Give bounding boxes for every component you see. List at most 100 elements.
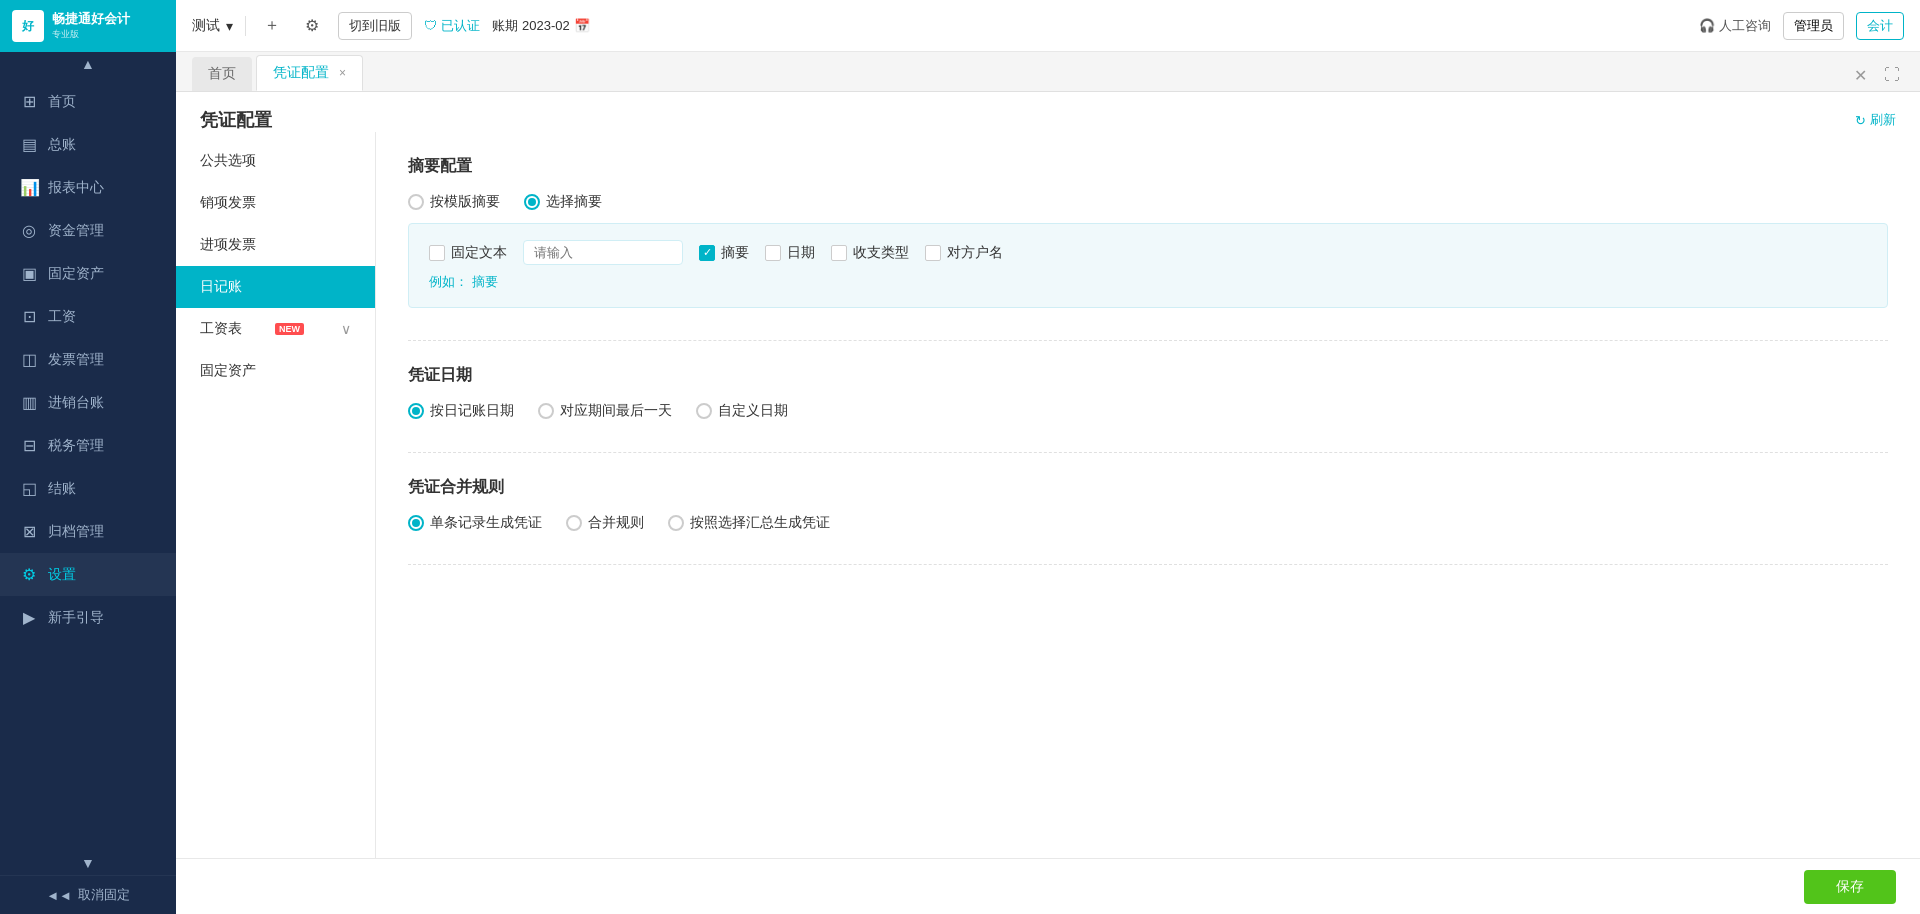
tab-close-btn[interactable]: ✕ (1848, 63, 1872, 87)
summary-radio-template[interactable]: 按模版摘要 (408, 193, 500, 211)
section-divider-1 (408, 340, 1888, 341)
guide-icon: ▶ (20, 608, 38, 627)
sidebar-item-archive[interactable]: ⊠ 归档管理 (0, 510, 176, 553)
switch-version-btn[interactable]: 切到旧版 (338, 12, 412, 40)
section-divider-3 (408, 564, 1888, 565)
capital-icon: ◎ (20, 221, 38, 240)
radio-single-circle (408, 515, 424, 531)
summary-config-box: 固定文本 ✓ 摘要 日期 (408, 223, 1888, 308)
sidebar-item-assets[interactable]: ▣ 固定资产 (0, 252, 176, 295)
tab-home[interactable]: 首页 (192, 57, 252, 91)
summary-section: 摘要配置 按模版摘要 选择摘要 (408, 156, 1888, 308)
topbar: 测试 ▾ ＋ ⚙ 切到旧版 🛡 已认证 账期 2023-02 📅 🎧 人工咨询 … (176, 0, 1920, 52)
settings-icon: ⚙ (20, 565, 38, 584)
settings-btn[interactable]: ⚙ (298, 12, 326, 40)
radio-custom-circle (696, 403, 712, 419)
date-title: 凭证日期 (408, 365, 1888, 386)
assets-icon: ▣ (20, 264, 38, 283)
left-nav-salary-table[interactable]: 工资表 NEW ∨ (176, 308, 375, 350)
merge-title: 凭证合并规则 (408, 477, 1888, 498)
tab-bar: 首页 凭证配置 × ✕ ⛶ (176, 52, 1920, 92)
merge-radio-select-all[interactable]: 按照选择汇总生成凭证 (668, 514, 830, 532)
company-selector[interactable]: 测试 ▾ (192, 17, 233, 35)
merge-radio-single[interactable]: 单条记录生成凭证 (408, 514, 542, 532)
certified-badge: 🛡 已认证 (424, 17, 480, 35)
new-badge: NEW (275, 323, 304, 335)
sidebar: 好 畅捷通好会计 专业版 ▲ ⊞ 首页 ▤ 总账 📊 报表中心 ◎ 资金管理 ▣… (0, 0, 176, 914)
tab-bar-right: ✕ ⛶ (1848, 63, 1904, 91)
sidebar-logo: 好 畅捷通好会计 专业版 (0, 0, 176, 52)
fixed-text-input[interactable] (523, 240, 683, 265)
sidebar-item-home[interactable]: ⊞ 首页 (0, 80, 176, 123)
example-text: 例如： 摘要 (429, 273, 1867, 291)
summary-radio-select[interactable]: 选择摘要 (524, 193, 602, 211)
summary-radio-group: 按模版摘要 选择摘要 (408, 193, 1888, 211)
sidebar-item-close[interactable]: ◱ 结账 (0, 467, 176, 510)
sidebar-item-tax[interactable]: ⊟ 税务管理 (0, 424, 176, 467)
summary-title: 摘要配置 (408, 156, 1888, 177)
date-section: 凭证日期 按日记账日期 对应期间最后一天 自定义日期 (408, 365, 1888, 420)
sidebar-item-sales[interactable]: ▥ 进销台账 (0, 381, 176, 424)
save-button[interactable]: 保存 (1804, 870, 1896, 904)
sales-icon: ▥ (20, 393, 38, 412)
page-title: 凭证配置 (200, 108, 272, 132)
refresh-btn[interactable]: ↻ 刷新 (1855, 111, 1896, 129)
checkbox-fixed-text[interactable]: 固定文本 (429, 244, 507, 262)
left-nav-sales-invoice[interactable]: 销项发票 (176, 182, 375, 224)
sidebar-item-ledger[interactable]: ▤ 总账 (0, 123, 176, 166)
pin-left-icon: ◄◄ (46, 888, 72, 903)
content-area: 凭证配置 ↻ 刷新 公共选项 销项发票 进项发票 日记账 工资表 NEW ∨ 固… (176, 92, 1920, 914)
home-icon: ⊞ (20, 92, 38, 111)
radio-select-all-circle (668, 515, 684, 531)
sidebar-item-settings[interactable]: ⚙ 设置 (0, 553, 176, 596)
chevron-down-icon: ∨ (341, 321, 351, 337)
shield-icon: 🛡 (424, 18, 437, 33)
sidebar-item-guide[interactable]: ▶ 新手引导 (0, 596, 176, 639)
sidebar-scroll-down[interactable]: ▼ (0, 851, 176, 875)
close-acc-icon: ◱ (20, 479, 38, 498)
calendar-icon[interactable]: 📅 (574, 18, 590, 33)
reports-icon: 📊 (20, 178, 38, 197)
tab-close-icon[interactable]: × (339, 66, 346, 80)
cancel-fixed-btn[interactable]: ◄◄ 取消固定 (0, 875, 176, 914)
checkbox-pay-type[interactable]: 收支类型 (831, 244, 909, 262)
checkbox-counterparty[interactable]: 对方户名 (925, 244, 1003, 262)
user-btn[interactable]: 管理员 (1783, 12, 1844, 40)
page-header: 凭证配置 ↻ 刷新 (176, 92, 1920, 132)
left-nav-purchase-invoice[interactable]: 进项发票 (176, 224, 375, 266)
sidebar-item-capital[interactable]: ◎ 资金管理 (0, 209, 176, 252)
sidebar-item-reports[interactable]: 📊 报表中心 (0, 166, 176, 209)
checkbox-counterparty-box (925, 245, 941, 261)
consult-btn[interactable]: 🎧 人工咨询 (1699, 17, 1771, 35)
merge-section: 凭证合并规则 单条记录生成凭证 合并规则 按照选择汇总生成凭证 (408, 477, 1888, 532)
date-radio-period-last[interactable]: 对应期间最后一天 (538, 402, 672, 420)
company-dropdown-icon: ▾ (226, 18, 233, 34)
sidebar-item-wages[interactable]: ⊡ 工资 (0, 295, 176, 338)
checkbox-date[interactable]: 日期 (765, 244, 815, 262)
main-area: 测试 ▾ ＋ ⚙ 切到旧版 🛡 已认证 账期 2023-02 📅 🎧 人工咨询 … (176, 0, 1920, 914)
tax-icon: ⊟ (20, 436, 38, 455)
radio-template-circle (408, 194, 424, 210)
role-btn[interactable]: 会计 (1856, 12, 1904, 40)
add-btn[interactable]: ＋ (258, 12, 286, 40)
sidebar-nav: ⊞ 首页 ▤ 总账 📊 报表中心 ◎ 资金管理 ▣ 固定资产 ⊡ 工资 ◫ 发票… (0, 76, 176, 851)
left-nav-fixed-assets[interactable]: 固定资产 (176, 350, 375, 392)
left-nav: 公共选项 销项发票 进项发票 日记账 工资表 NEW ∨ 固定资产 (176, 132, 376, 858)
left-nav-diary[interactable]: 日记账 (176, 266, 375, 308)
left-nav-public[interactable]: 公共选项 (176, 140, 375, 182)
sidebar-scroll-up[interactable]: ▲ (0, 52, 176, 76)
sidebar-item-invoice-mgr[interactable]: ◫ 发票管理 (0, 338, 176, 381)
tab-expand-btn[interactable]: ⛶ (1880, 63, 1904, 87)
period-info: 账期 2023-02 📅 (492, 17, 590, 35)
date-radio-custom[interactable]: 自定义日期 (696, 402, 788, 420)
merge-radio-rule[interactable]: 合并规则 (566, 514, 644, 532)
wages-icon: ⊡ (20, 307, 38, 326)
summary-config-row: 固定文本 ✓ 摘要 日期 (429, 240, 1867, 265)
checkbox-pay-type-box (831, 245, 847, 261)
topbar-divider-1 (245, 16, 246, 36)
right-content: 摘要配置 按模版摘要 选择摘要 (376, 132, 1920, 858)
checkbox-summary[interactable]: ✓ 摘要 (699, 244, 749, 262)
headset-icon: 🎧 (1699, 18, 1715, 33)
tab-voucher-config[interactable]: 凭证配置 × (256, 55, 363, 91)
date-radio-diary[interactable]: 按日记账日期 (408, 402, 514, 420)
